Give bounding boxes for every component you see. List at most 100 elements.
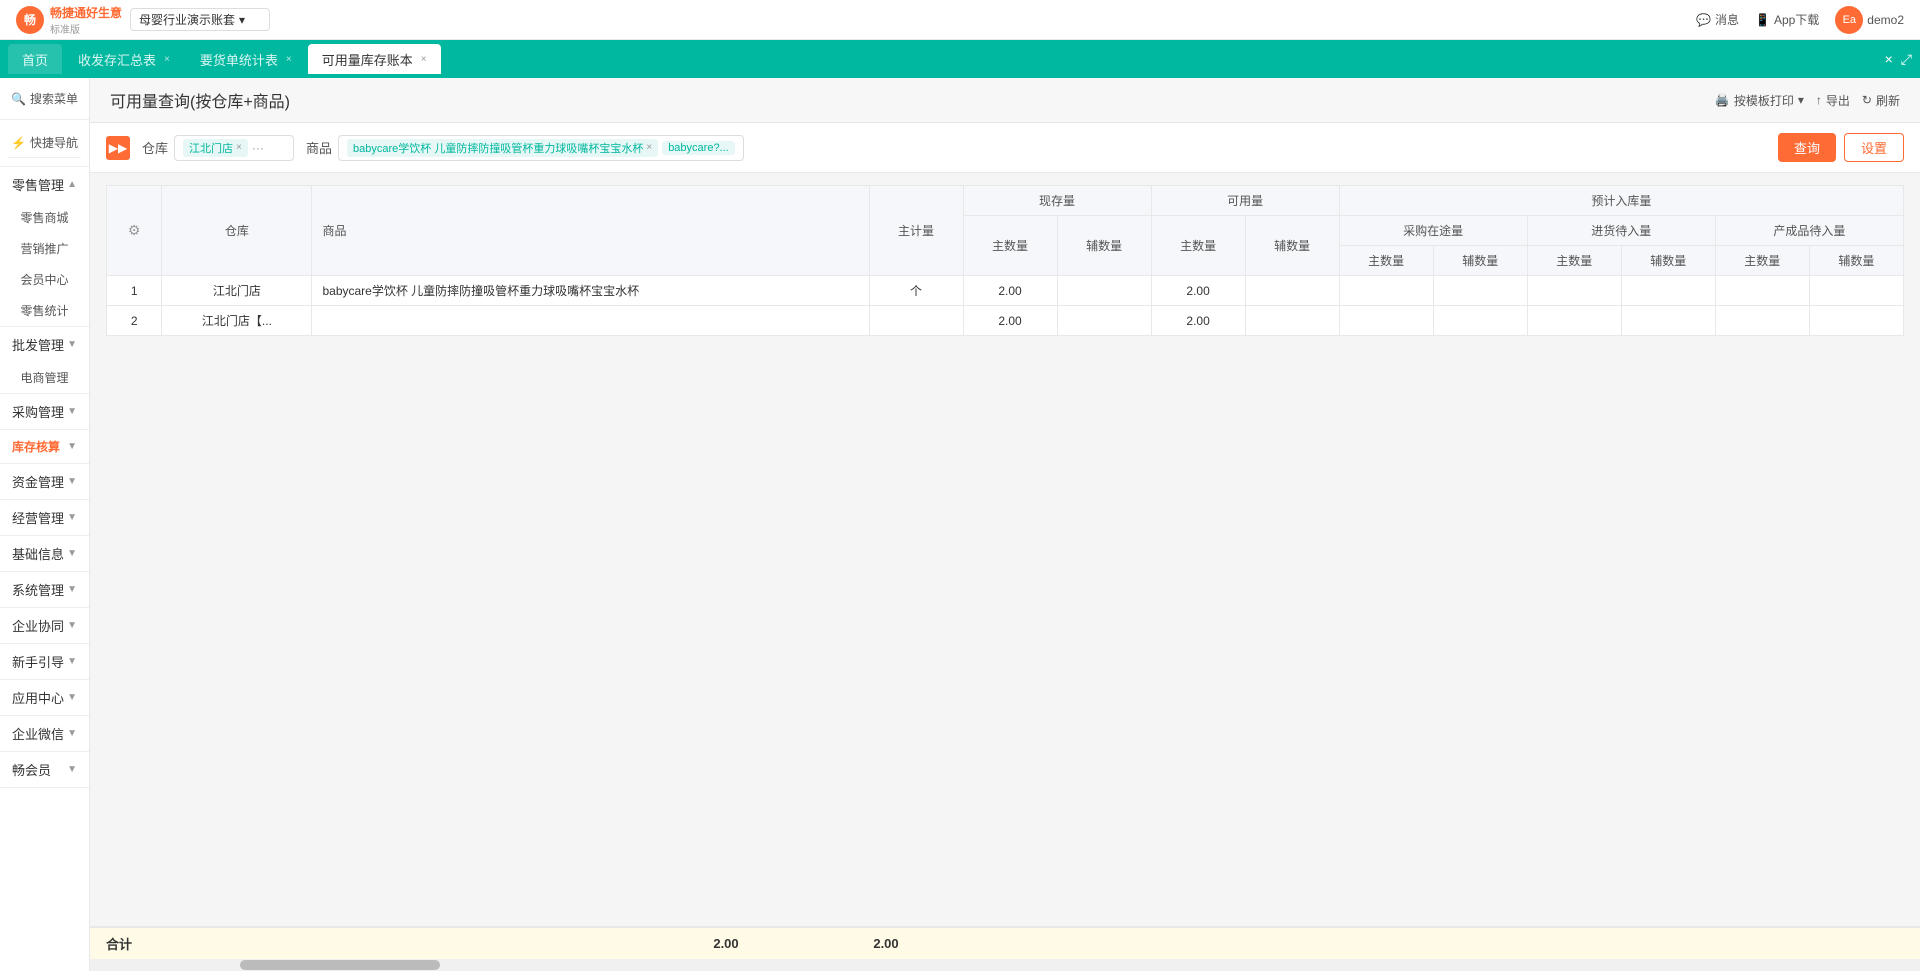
quick-nav-label: 快捷导航 bbox=[30, 134, 78, 151]
th-inventory-group: 现存量 bbox=[963, 186, 1151, 216]
purchase-mgmt-label: 采购管理 bbox=[12, 402, 64, 421]
refresh-label: 刷新 bbox=[1876, 92, 1900, 109]
enterprise-collab-label: 企业协同 bbox=[12, 616, 64, 635]
horizontal-scrollbar[interactable] bbox=[90, 959, 1920, 971]
stock-check-label[interactable]: 库存核算 bbox=[12, 438, 60, 455]
sidebar-group-finance-title[interactable]: 资金管理 ▼ bbox=[0, 464, 89, 499]
warehouse-more-icon[interactable]: ··· bbox=[252, 141, 264, 155]
filter-expand-btn[interactable]: ▶▶ bbox=[106, 136, 130, 160]
product-tag-2-value: babycare?... bbox=[668, 142, 729, 154]
quick-nav-btn[interactable]: ⚡ 快捷导航 bbox=[8, 128, 81, 158]
row1-pt-main bbox=[1339, 276, 1433, 306]
filter-bar: ▶▶ 仓库 江北门店 × ··· 商品 babycare学饮杯 儿童防摔防撞吸管… bbox=[90, 123, 1920, 173]
logo-sub: 标准版 bbox=[50, 21, 122, 36]
row2-inv-main: 2.00 bbox=[963, 306, 1057, 336]
tenant-selector[interactable]: 母婴行业演示账套 ▾ bbox=[130, 8, 270, 31]
tab-home[interactable]: 首页 bbox=[8, 44, 62, 74]
close-order-tab-icon[interactable]: × bbox=[286, 54, 292, 65]
total-avail-main: 2.00 bbox=[846, 936, 926, 951]
sidebar-item-members[interactable]: 会员中心 bbox=[0, 264, 89, 295]
remove-product-tag1-icon[interactable]: × bbox=[646, 142, 652, 153]
chevron-down-icon: ▾ bbox=[239, 13, 245, 27]
settings-icon[interactable]: ⚙ bbox=[128, 222, 141, 238]
sidebar-group-enterprise-title[interactable]: 企业协同 ▼ bbox=[0, 608, 89, 643]
tab-available-stock[interactable]: 可用量库存账本 × bbox=[308, 44, 441, 74]
th-purchase-transit: 采购在途量 bbox=[1339, 216, 1527, 246]
sidebar-group-appcenter-title[interactable]: 应用中心 ▼ bbox=[0, 680, 89, 715]
sidebar-quicknav-section: ⚡ 快捷导航 bbox=[0, 120, 89, 167]
new-guide-label: 新手引导 bbox=[12, 652, 64, 671]
sidebar-group-basic-title[interactable]: 基础信息 ▼ bbox=[0, 536, 89, 571]
close-available-tab-icon[interactable]: × bbox=[421, 54, 427, 65]
chevron-down-icon7: ▼ bbox=[67, 584, 77, 595]
query-btn[interactable]: 查询 bbox=[1778, 133, 1836, 162]
th-pt-sub: 辅数量 bbox=[1433, 246, 1527, 276]
sys-mgmt-label: 系统管理 bbox=[12, 580, 64, 599]
product-tag-1-value: babycare学饮杯 儿童防摔防撞吸管杯重力球吸嘴杯宝宝水杯 bbox=[353, 140, 643, 156]
chevron-down-icon4: ▼ bbox=[67, 476, 77, 487]
product-input[interactable]: babycare学饮杯 儿童防摔防撞吸管杯重力球吸嘴杯宝宝水杯 × babyca… bbox=[338, 135, 744, 161]
sidebar-group-member-title[interactable]: 畅会员 ▼ bbox=[0, 752, 89, 787]
row2-ip-main bbox=[1527, 306, 1621, 336]
nav-tabs: 首页 收发存汇总表 × 要货单统计表 × 可用量库存账本 × × ⤢ bbox=[0, 40, 1920, 78]
chevron-down-icon11: ▼ bbox=[67, 728, 77, 739]
export-btn[interactable]: ↑ 导出 bbox=[1816, 92, 1850, 109]
table-area: ⚙ 仓库 商品 主计量 现存量 可用量 预计入库量 主数量 辅数量 主数量 辅数… bbox=[90, 173, 1920, 926]
settings-btn[interactable]: 设置 bbox=[1844, 133, 1904, 162]
sidebar-group-wechat-title[interactable]: 企业微信 ▼ bbox=[0, 716, 89, 751]
row2-unit bbox=[869, 306, 963, 336]
finance-mgmt-label: 资金管理 bbox=[12, 472, 64, 491]
remove-warehouse-tag-icon[interactable]: × bbox=[236, 142, 242, 153]
sidebar-item-retail-stats[interactable]: 零售统计 bbox=[0, 295, 89, 326]
tab-order-stats[interactable]: 要货单统计表 × bbox=[186, 44, 306, 74]
user-menu[interactable]: Ea demo2 bbox=[1835, 6, 1904, 34]
wholesale-mgmt-label: 批发管理 bbox=[12, 335, 64, 354]
sidebar-group-guide-title[interactable]: 新手引导 ▼ bbox=[0, 644, 89, 679]
warehouse-input[interactable]: 江北门店 × ··· bbox=[174, 135, 294, 161]
sidebar-group-wholesale-title[interactable]: 批发管理 ▼ bbox=[0, 327, 89, 362]
sidebar-group-retail-title[interactable]: 零售管理 ▲ bbox=[0, 167, 89, 202]
row1-inv-main: 2.00 bbox=[963, 276, 1057, 306]
chevron-down-icon3: ▼ bbox=[67, 441, 77, 452]
message-btn[interactable]: 💬 消息 bbox=[1696, 11, 1739, 28]
sidebar-group-ops-title[interactable]: 经营管理 ▼ bbox=[0, 500, 89, 535]
app-icon: 📱 bbox=[1755, 13, 1770, 27]
product-tag-1: babycare学饮杯 儿童防摔防撞吸管杯重力球吸嘴杯宝宝水杯 × bbox=[347, 139, 658, 157]
product-filter: 商品 babycare学饮杯 儿童防摔防撞吸管杯重力球吸嘴杯宝宝水杯 × bab… bbox=[306, 135, 744, 161]
avatar: Ea bbox=[1835, 6, 1863, 34]
chevron-down-icon-print: ▾ bbox=[1798, 93, 1804, 107]
print-template-btn[interactable]: 🖨️ 按模板打印 ▾ bbox=[1715, 92, 1804, 109]
chevron-down-icon2: ▼ bbox=[67, 406, 77, 417]
nav-tab-end: × ⤢ bbox=[1885, 51, 1912, 68]
row2-pp-main bbox=[1715, 306, 1809, 336]
sidebar-item-marketing[interactable]: 营销推广 bbox=[0, 233, 89, 264]
warehouse-filter-label: 仓库 bbox=[142, 138, 168, 157]
sidebar-group-basic: 基础信息 ▼ bbox=[0, 536, 89, 572]
close-receipt-tab-icon[interactable]: × bbox=[164, 54, 170, 65]
th-avail-main: 主数量 bbox=[1151, 216, 1245, 276]
search-menu-btn[interactable]: 🔍 搜索菜单 bbox=[8, 86, 81, 111]
sidebar-item-ecommerce[interactable]: 电商管理 bbox=[0, 362, 89, 393]
print-icon: 🖨️ bbox=[1715, 93, 1730, 107]
tab-receipt-summary[interactable]: 收发存汇总表 × bbox=[64, 44, 184, 74]
sidebar-group-finance: 资金管理 ▼ bbox=[0, 464, 89, 500]
scrollbar-thumb[interactable] bbox=[240, 960, 440, 970]
expand-icon[interactable]: ⤢ bbox=[1901, 51, 1912, 68]
app-download-btn[interactable]: 📱 App下载 bbox=[1755, 11, 1819, 28]
sidebar-group-stock-title[interactable]: 库存核算 ▼ bbox=[0, 430, 89, 463]
tab-receipt-label: 收发存汇总表 bbox=[78, 50, 156, 69]
th-planned-group: 预计入库量 bbox=[1339, 186, 1903, 216]
row1-inv-sub bbox=[1057, 276, 1151, 306]
sidebar-item-retail-mall[interactable]: 零售商城 bbox=[0, 202, 89, 233]
refresh-btn[interactable]: ↻ 刷新 bbox=[1862, 92, 1900, 109]
row1-product: babycare学饮杯 儿童防摔防撞吸管杯重力球吸嘴杯宝宝水杯 bbox=[312, 276, 869, 306]
app-center-label: 应用中心 bbox=[12, 688, 64, 707]
close-all-tabs-icon[interactable]: × bbox=[1885, 51, 1893, 67]
row1-no: 1 bbox=[107, 276, 162, 306]
row2-pp-sub bbox=[1809, 306, 1903, 336]
sidebar-group-ops: 经营管理 ▼ bbox=[0, 500, 89, 536]
sidebar-group-sys-title[interactable]: 系统管理 ▼ bbox=[0, 572, 89, 607]
sidebar-group-member: 畅会员 ▼ bbox=[0, 752, 89, 788]
th-pp-main: 主数量 bbox=[1715, 246, 1809, 276]
sidebar-group-purchase-title[interactable]: 采购管理 ▼ bbox=[0, 394, 89, 429]
